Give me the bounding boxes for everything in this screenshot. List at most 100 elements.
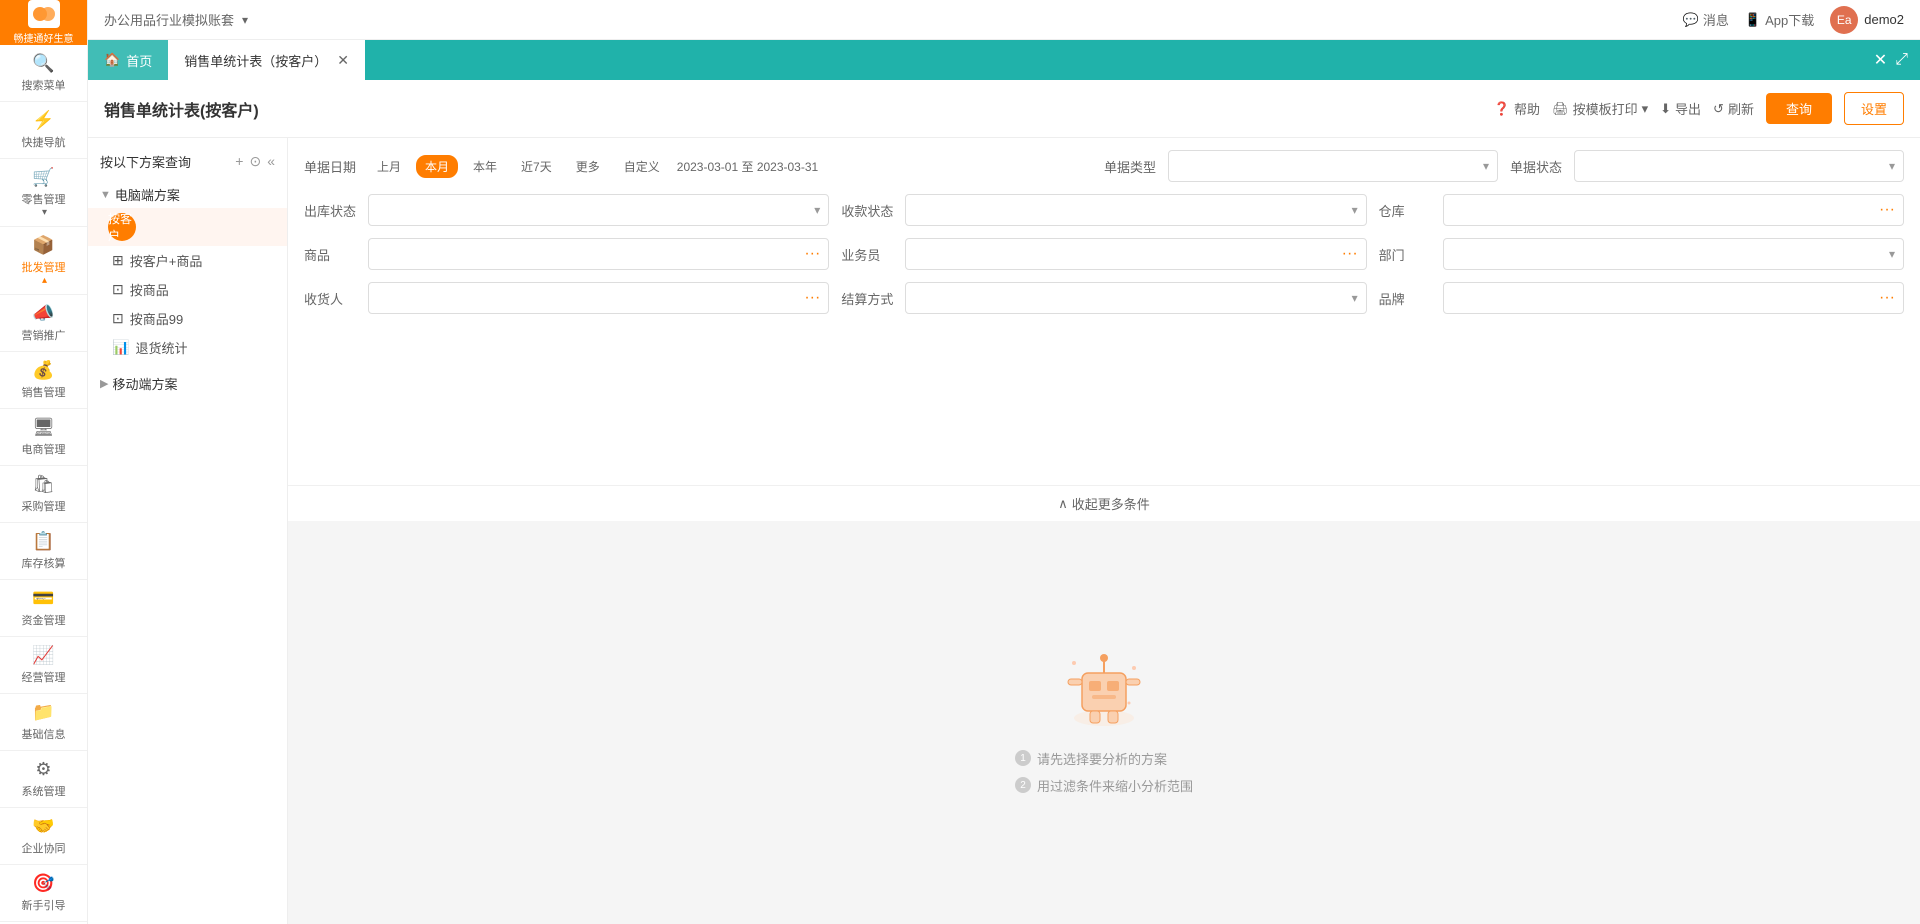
scheme-panel: 按以下方案查询 + ⊙ « ▼ 电脑端方案 按客户	[88, 138, 288, 924]
app-download-button[interactable]: 📱 App下载	[1745, 10, 1814, 29]
out-status-chevron: ▾	[814, 203, 820, 217]
scheme-add-icon[interactable]: +	[235, 153, 243, 170]
receipt-status-control[interactable]: ▾	[905, 194, 1366, 226]
wholesale-arrow: ▴	[42, 275, 47, 286]
date-btn-last-month[interactable]: 上月	[368, 155, 410, 178]
refresh-button[interactable]: ↺ 刷新	[1713, 99, 1754, 118]
sidebar-item-wholesale[interactable]: 📦 批发管理 ▴	[0, 227, 88, 295]
export-button[interactable]: ⬇ 导出	[1660, 99, 1701, 118]
sidebar-item-operations[interactable]: 📈 经营管理	[0, 637, 88, 694]
query-button[interactable]: 查询	[1766, 93, 1832, 124]
logo-icon	[28, 0, 60, 28]
sidebar-label-newbie: 新手引导	[22, 897, 66, 913]
message-button[interactable]: 💬 消息	[1683, 10, 1729, 29]
user-menu[interactable]: Ea demo2	[1830, 6, 1904, 34]
sidebar-item-marketing[interactable]: 📣 营销推广	[0, 295, 88, 352]
goods-control[interactable]: ···	[368, 238, 829, 270]
scheme-label-by-customer-goods: 按客户+商品	[130, 251, 203, 270]
scheme-item-return-stats[interactable]: 📊 退货统计	[88, 333, 287, 362]
filter-area: 单据日期 上月 本月 本年 近7天 更多 自定义 2023-03-01 至 20…	[288, 138, 1920, 485]
scheme-group-desktop-header[interactable]: ▼ 电脑端方案	[88, 181, 287, 208]
app-logo[interactable]: 畅捷通好生意	[0, 0, 88, 45]
refresh-label: 刷新	[1728, 99, 1754, 118]
scheme-collapse-icon[interactable]: «	[267, 153, 275, 170]
scheme-panel-header: 按以下方案查询 + ⊙ «	[88, 146, 287, 177]
sidebar-item-base[interactable]: 📁 基础信息	[0, 694, 88, 751]
date-btn-custom[interactable]: 自定义	[615, 155, 669, 178]
main-sidebar: 畅捷通好生意 🔍 搜索菜单 ⚡ 快捷导航 🛒 零售管理 ▾ 📦 批发管理 ▴ 📣…	[0, 0, 88, 924]
order-type-control[interactable]: ▾	[1168, 150, 1498, 182]
dept-control[interactable]: ▾	[1443, 238, 1904, 270]
collapse-up-icon: ∧	[1058, 496, 1068, 512]
scheme-group-toggle-icon: ▼	[100, 189, 111, 201]
search-icon: 🔍	[32, 53, 54, 74]
tab-restore-icon[interactable]: ⤢	[1895, 51, 1908, 69]
warehouse-label: 仓库	[1379, 201, 1435, 220]
sidebar-item-purchase[interactable]: 🛍 采购管理	[0, 466, 88, 523]
sidebar-item-system[interactable]: ⚙ 系统管理	[0, 751, 88, 808]
retail-icon: 🛒	[32, 167, 54, 188]
date-options-group: 上月 本月 本年 近7天 更多 自定义	[368, 155, 669, 178]
help-button[interactable]: ❓ 帮助	[1494, 99, 1540, 118]
print-button[interactable]: 🖨 按模板打印 ▾	[1552, 99, 1648, 118]
sidebar-label-marketing: 营销推广	[22, 327, 66, 343]
order-status-control[interactable]: ▾	[1574, 150, 1904, 182]
brand-control[interactable]: ···	[1443, 282, 1904, 314]
payment-method-label: 结算方式	[841, 289, 897, 308]
warehouse-control[interactable]: ···	[1443, 194, 1904, 226]
collapse-bar[interactable]: ∧ 收起更多条件	[288, 485, 1920, 521]
breadcrumb-dropdown[interactable]: ▾	[242, 13, 248, 27]
sidebar-item-ecommerce[interactable]: 🖥 电商管理	[0, 409, 88, 466]
export-label: 导出	[1675, 99, 1701, 118]
sidebar-item-sales[interactable]: 💰 销售管理	[0, 352, 88, 409]
avatar-text: Ea	[1837, 13, 1852, 27]
scheme-item-by-goods-99[interactable]: ⊡ 按商品99	[88, 304, 287, 333]
tab-home[interactable]: 🏠 首页	[88, 40, 168, 80]
date-btn-this-year[interactable]: 本年	[464, 155, 506, 178]
scheme-active-indicator: 按客户	[108, 213, 136, 241]
sidebar-item-enterprise[interactable]: 🤝 企业协同	[0, 808, 88, 865]
scheme-icon-box: ⊡	[112, 281, 124, 298]
settings-button[interactable]: 设置	[1844, 92, 1904, 125]
sidebar-label-retail: 零售管理	[22, 191, 66, 207]
scheme-edit-icon[interactable]: ⊙	[249, 153, 261, 170]
system-icon: ⚙	[35, 759, 51, 780]
scheme-item-by-goods[interactable]: ⊡ 按商品	[88, 275, 287, 304]
sales-icon: 💰	[32, 360, 54, 381]
tab-close-icon[interactable]: ✕	[337, 52, 349, 69]
help-label: 帮助	[1514, 99, 1540, 118]
date-btn-7days[interactable]: 近7天	[512, 155, 561, 178]
scheme-item-by-customer[interactable]: 按客户	[88, 208, 287, 246]
recipient-control[interactable]: ···	[368, 282, 829, 314]
help-icon: ❓	[1494, 101, 1510, 117]
sidebar-item-retail[interactable]: 🛒 零售管理 ▾	[0, 159, 88, 227]
breadcrumb-text: 办公用品行业模拟账套	[104, 10, 234, 29]
tab-report[interactable]: 销售单统计表（按客户） ✕	[168, 40, 365, 80]
receipt-status-label: 收款状态	[841, 201, 897, 220]
filter-item-goods: 商品 ···	[304, 238, 829, 270]
sidebar-label-search: 搜索菜单	[22, 77, 66, 93]
sales-rep-control[interactable]: ···	[905, 238, 1366, 270]
sidebar-item-finance[interactable]: 💳 资金管理	[0, 580, 88, 637]
date-btn-more[interactable]: 更多	[567, 155, 609, 178]
collapse-text: 收起更多条件	[1072, 494, 1150, 513]
home-icon: 🏠	[104, 52, 120, 68]
header-left: 办公用品行业模拟账套 ▾	[104, 10, 248, 29]
order-type-chevron: ▾	[1483, 159, 1489, 173]
tip-num-1: 1	[1015, 750, 1031, 766]
filter-item-sales-rep: 业务员 ···	[841, 238, 1366, 270]
sidebar-item-shortcuts[interactable]: ⚡ 快捷导航	[0, 102, 88, 159]
tab-close-all-icon[interactable]: ✕	[1874, 50, 1887, 70]
scheme-item-by-customer-goods[interactable]: ⊞ 按客户+商品	[88, 246, 287, 275]
out-status-control[interactable]: ▾	[368, 194, 829, 226]
payment-method-control[interactable]: ▾	[905, 282, 1366, 314]
tab-home-label: 首页	[126, 51, 152, 70]
sidebar-item-inventory[interactable]: 📋 库存核算	[0, 523, 88, 580]
date-btn-this-month[interactable]: 本月	[416, 155, 458, 178]
sidebar-item-newbie[interactable]: 🎯 新手引导	[0, 865, 88, 922]
newbie-icon: 🎯	[32, 873, 54, 894]
filter-item-order-status: 单据状态 ▾	[1510, 150, 1904, 182]
scheme-group-mobile-header[interactable]: ▶ 移动端方案	[88, 370, 287, 397]
sidebar-item-search[interactable]: 🔍 搜索菜单	[0, 45, 88, 102]
scheme-group-desktop-label: 电脑端方案	[115, 185, 180, 204]
